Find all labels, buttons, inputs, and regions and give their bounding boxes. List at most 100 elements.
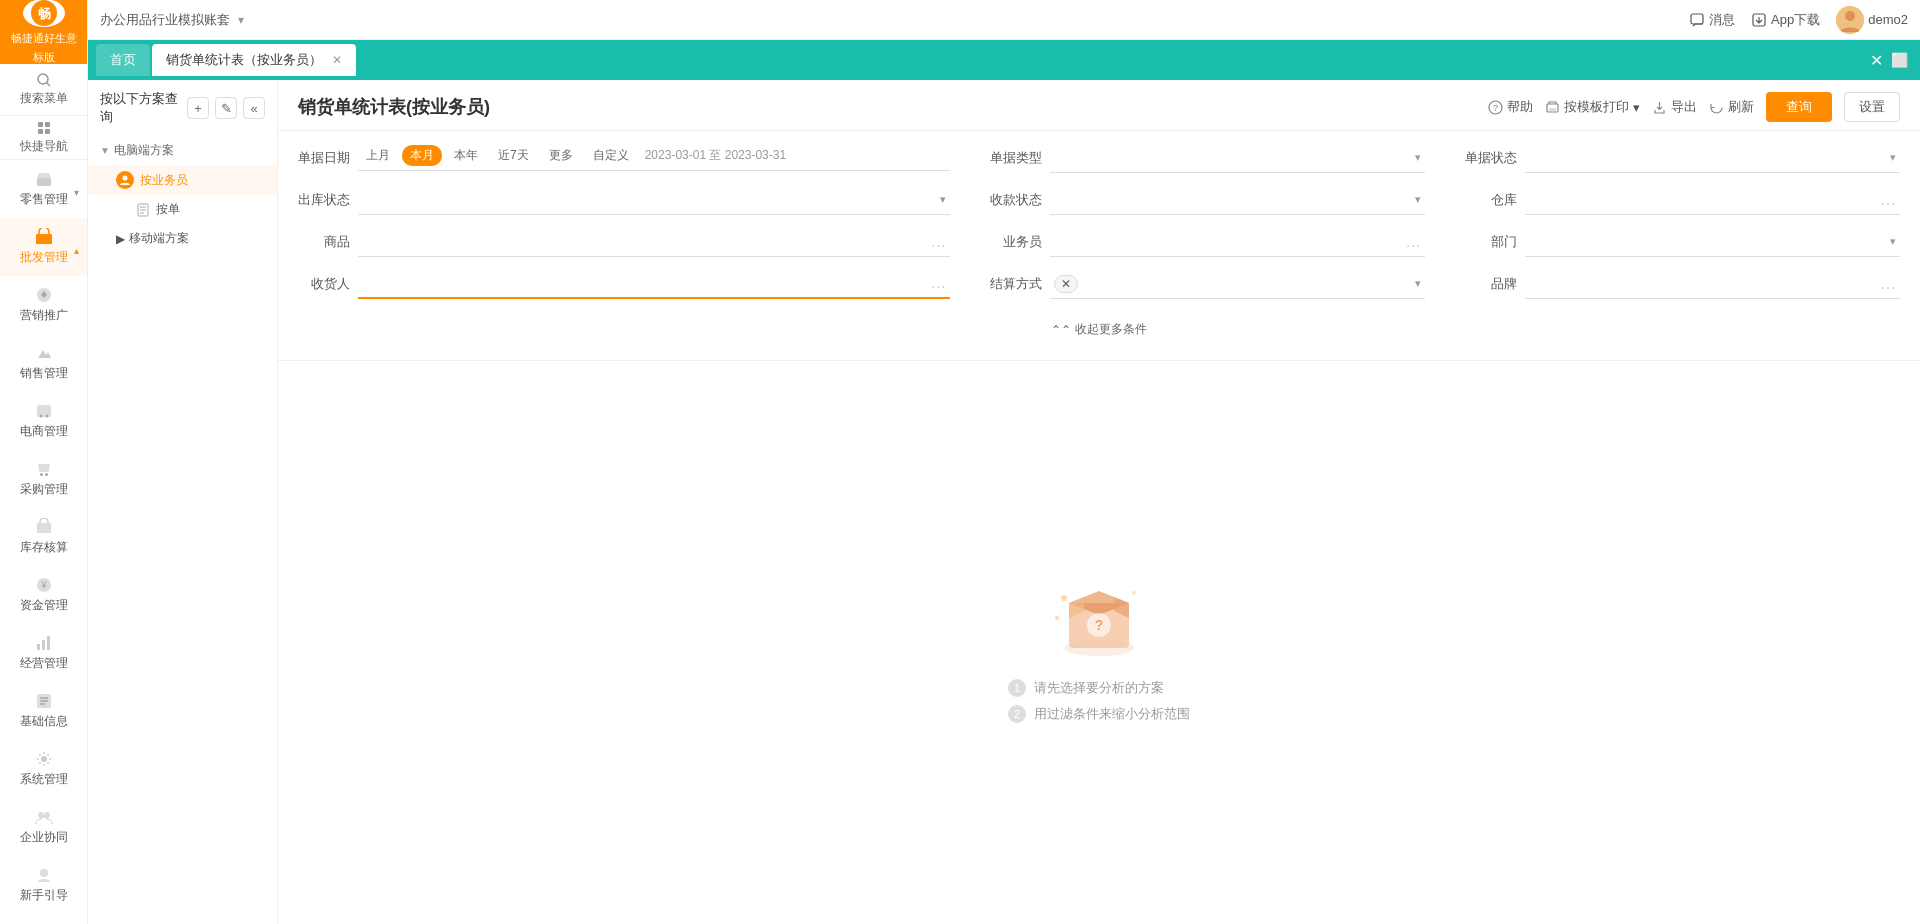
tree-item-by-salesperson-label: 按业务员 — [140, 172, 188, 189]
sidebar-item-purchase[interactable]: 采购管理 — [0, 450, 87, 508]
sidebar-item-inventory[interactable]: 库存核算 — [0, 508, 87, 566]
sidebar-item-basic-label: 基础信息 — [20, 713, 68, 730]
tab-home[interactable]: 首页 — [96, 44, 150, 76]
export-btn[interactable]: 导出 — [1652, 98, 1697, 116]
out-status-control[interactable]: ▾ — [358, 185, 950, 215]
tree-group-mobile-header[interactable]: ▶ 移动端方案 — [88, 224, 277, 253]
filter-row-3: 商品 … 业务员 … 部门 — [298, 227, 1900, 257]
goods-dots[interactable]: … — [930, 233, 946, 251]
tab-sales-stats-label: 销货单统计表（按业务员） — [166, 51, 322, 69]
quick-nav[interactable]: 快捷导航 — [0, 116, 87, 160]
receipt-status-label: 收款状态 — [990, 191, 1042, 209]
brand-dots[interactable]: … — [1880, 275, 1896, 293]
tree-group-desktop-header[interactable]: ▼ 电脑端方案 — [88, 136, 277, 165]
topbar-dropdown-icon[interactable]: ▾ — [238, 13, 244, 27]
sidebar-item-purchase-label: 采购管理 — [20, 481, 68, 498]
doc-type-control[interactable]: ▾ — [1050, 143, 1425, 173]
filter-salesperson: 业务员 … — [990, 227, 1425, 257]
quick-nav-label: 快捷导航 — [20, 138, 68, 155]
date-tab-this-month[interactable]: 本月 — [402, 145, 442, 166]
dept-label: 部门 — [1465, 233, 1517, 251]
date-tab-last-month[interactable]: 上月 — [358, 145, 398, 166]
filter-consignee: 收货人 … — [298, 269, 950, 299]
sidebar-item-ecommerce[interactable]: 电商管理 — [0, 392, 87, 450]
sidebar-item-marketing[interactable]: 营销推广 — [0, 276, 87, 334]
tabbar: 首页 销货单统计表（按业务员） ✕ ✕ ⬜ — [88, 40, 1920, 80]
svg-point-55 — [1132, 591, 1136, 595]
date-range-text: 2023-03-01 至 2023-03-31 — [645, 147, 786, 164]
empty-hint-1: 1 请先选择要分析的方案 — [1008, 679, 1190, 697]
date-tab-this-year[interactable]: 本年 — [446, 145, 486, 166]
close-window-icon[interactable]: ✕ — [1870, 51, 1883, 70]
goods-control[interactable]: … — [358, 227, 950, 257]
sidebar-item-system[interactable]: 系统管理 — [0, 740, 87, 798]
app-sub-label: 标版 — [33, 50, 55, 65]
left-panel: 按以下方案查询 + ✎ « ▼ 电脑端方案 — [88, 80, 278, 924]
sidebar-item-operations[interactable]: 经营管理 — [0, 624, 87, 682]
add-scheme-btn[interactable]: + — [187, 97, 209, 119]
tab-sales-stats[interactable]: 销货单统计表（按业务员） ✕ — [152, 44, 356, 76]
sidebar-item-retail-label: 零售管理 — [20, 191, 68, 208]
warehouse-control[interactable]: … — [1525, 185, 1900, 215]
sidebar-item-apps[interactable]: 应用中心 — [0, 914, 87, 924]
salesperson-dots[interactable]: … — [1405, 233, 1421, 251]
sidebar-item-finance[interactable]: ¥ 资金管理 — [0, 566, 87, 624]
dept-control[interactable]: ▾ — [1525, 227, 1900, 257]
sidebar-item-marketing-label: 营销推广 — [20, 307, 68, 324]
sidebar-item-retail[interactable]: 零售管理 ▾ — [0, 160, 87, 218]
filter-brand: 品牌 … — [1465, 269, 1900, 299]
brand-control[interactable]: … — [1525, 269, 1900, 299]
empty-state: ? 1 请先选择要分析的方案 2 用过滤条件来缩小分析范围 — [278, 361, 1920, 924]
receipt-status-arrow: ▾ — [1415, 193, 1421, 206]
template-print-btn[interactable]: 按模板打印 ▾ — [1545, 98, 1640, 116]
svg-point-29 — [40, 869, 48, 877]
svg-rect-8 — [37, 178, 51, 186]
tree-item-by-order[interactable]: 按单 — [88, 195, 277, 224]
tab-close-icon[interactable]: ✕ — [332, 53, 342, 67]
collapse-panel-btn[interactable]: « — [243, 97, 265, 119]
template-print-arrow[interactable]: ▾ — [1633, 100, 1640, 115]
query-btn[interactable]: 查询 — [1766, 92, 1832, 122]
sidebar-item-enterprise[interactable]: 企业协同 — [0, 798, 87, 856]
settlement-tag-close[interactable]: ✕ — [1061, 277, 1071, 291]
edit-scheme-btn[interactable]: ✎ — [215, 97, 237, 119]
search-label: 搜索菜单 — [20, 90, 68, 107]
search-menu[interactable]: 搜索菜单 — [0, 64, 87, 116]
settlement-control[interactable]: ✕ ▾ — [1050, 269, 1425, 299]
filter-goods: 商品 … — [298, 227, 950, 257]
date-tab-more[interactable]: 更多 — [541, 145, 581, 166]
settings-btn[interactable]: 设置 — [1844, 92, 1900, 122]
sidebar-item-newbie[interactable]: 新手引导 — [0, 856, 87, 914]
svg-rect-7 — [45, 129, 50, 134]
sidebar-item-sales[interactable]: 销售管理 — [0, 334, 87, 392]
svg-point-26 — [41, 756, 47, 762]
sidebar-item-basic[interactable]: 基础信息 — [0, 682, 87, 740]
filter-out-status: 出库状态 ▾ — [298, 185, 950, 215]
warehouse-dots[interactable]: … — [1880, 191, 1896, 209]
user-profile[interactable]: demo2 — [1836, 6, 1908, 34]
consignee-control[interactable]: … — [358, 269, 950, 299]
date-tab-7-days[interactable]: 近7天 — [490, 145, 537, 166]
app-download-btn[interactable]: App下载 — [1751, 11, 1820, 29]
collapse-btn[interactable]: ⌃⌃ 收起更多条件 — [1051, 315, 1147, 344]
doc-status-control[interactable]: ▾ — [1525, 143, 1900, 173]
tree-item-by-order-label: 按单 — [156, 201, 180, 218]
collapse-icon: « — [250, 101, 257, 116]
salesperson-control[interactable]: … — [1050, 227, 1425, 257]
message-btn[interactable]: 消息 — [1689, 11, 1735, 29]
filter-warehouse: 仓库 … — [1465, 185, 1900, 215]
sidebar-item-wholesale[interactable]: 批发管理 ▴ — [0, 218, 87, 276]
help-btn[interactable]: ? 帮助 — [1488, 98, 1533, 116]
maximize-window-icon[interactable]: ⬜ — [1891, 52, 1908, 68]
date-label: 单据日期 — [298, 149, 350, 167]
filter-area: 单据日期 上月 本月 本年 近7天 更多 自定义 2023-03-01 至 20… — [278, 131, 1920, 361]
svg-point-12 — [39, 415, 42, 418]
svg-point-54 — [1061, 595, 1067, 601]
date-tab-custom[interactable]: 自定义 — [585, 145, 637, 166]
tree-item-by-salesperson[interactable]: 按业务员 — [88, 165, 277, 195]
refresh-btn[interactable]: 刷新 — [1709, 98, 1754, 116]
filter-receipt-status: 收款状态 ▾ — [990, 185, 1425, 215]
receipt-status-control[interactable]: ▾ — [1050, 185, 1425, 215]
hint-num-2: 2 — [1008, 705, 1026, 723]
consignee-dots[interactable]: … — [930, 274, 946, 292]
